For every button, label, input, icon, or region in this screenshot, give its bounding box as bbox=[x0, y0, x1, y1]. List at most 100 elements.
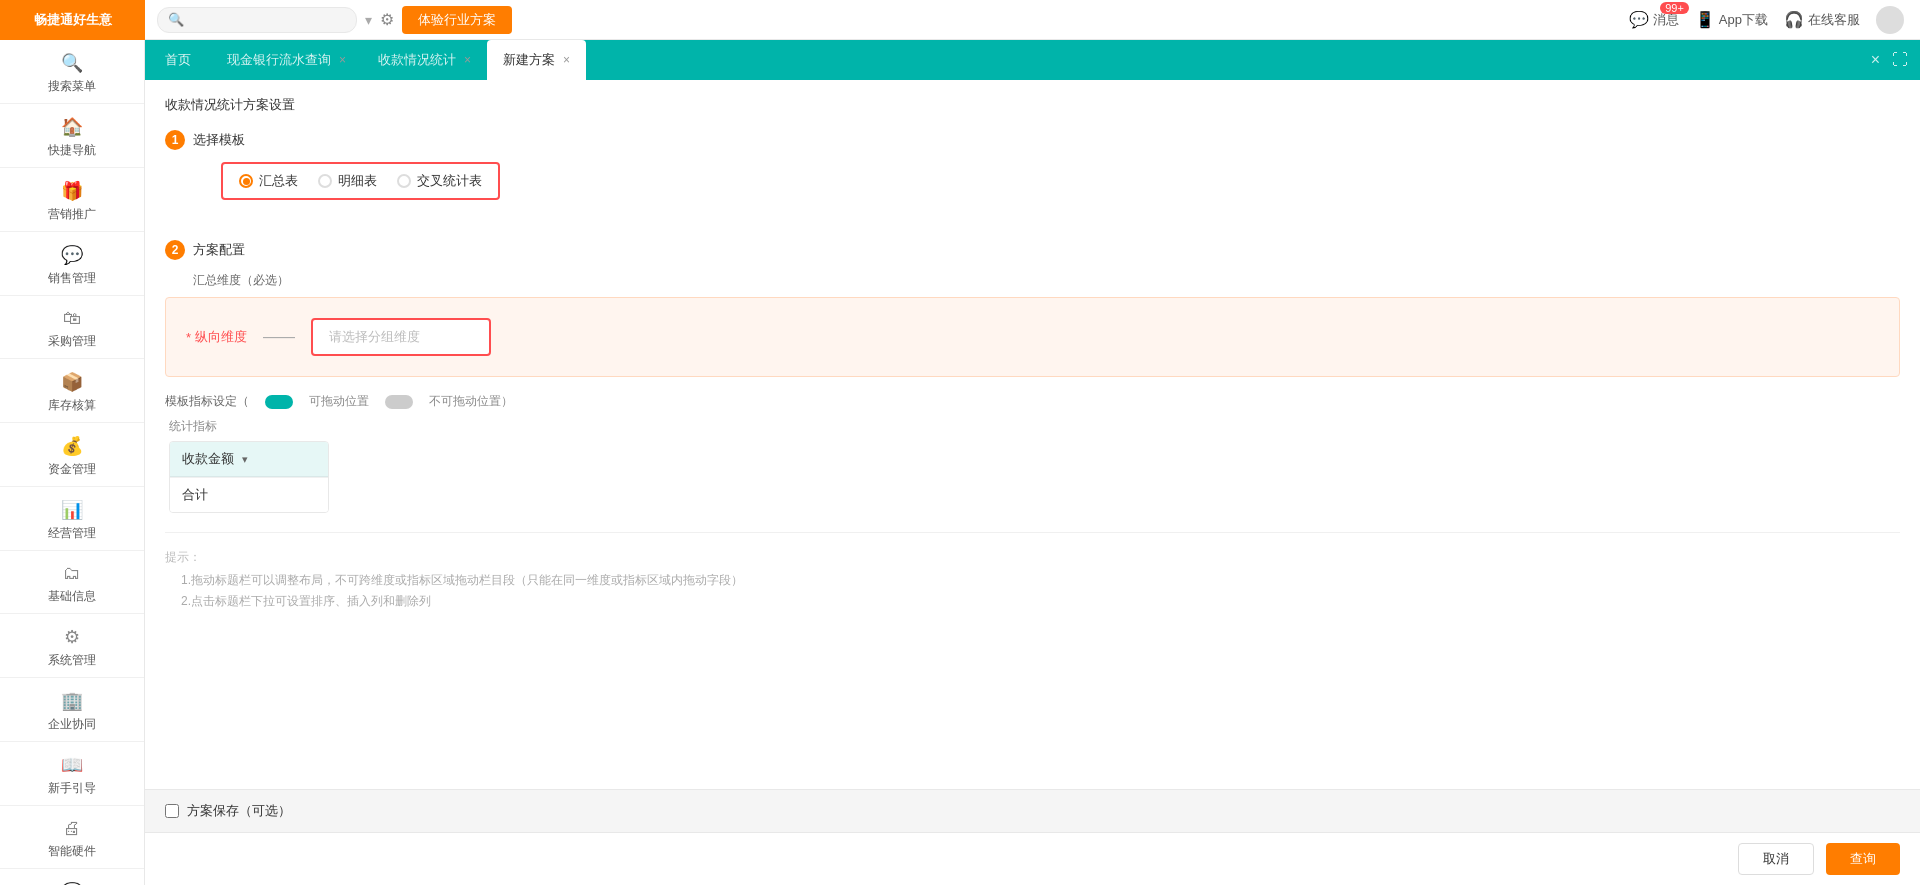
avatar[interactable] bbox=[1876, 6, 1904, 34]
metrics-table-header[interactable]: 收款金额 ▾ bbox=[170, 442, 328, 477]
money-icon: 💰 bbox=[61, 435, 83, 457]
tab-cashflow-label: 现金银行流水查询 bbox=[227, 51, 331, 69]
dimension-area: 纵向维度 —— 请选择分组维度 bbox=[165, 297, 1900, 377]
dimension-placeholder: 请选择分组维度 bbox=[329, 329, 420, 344]
sidebar-item-wechat[interactable]: 💬 企业微信 bbox=[0, 869, 144, 885]
metrics-header: 模板指标设定（ 可拖动位置 不可拖动位置） bbox=[165, 393, 1900, 410]
metrics-title: 模板指标设定（ bbox=[165, 393, 249, 410]
tab-expand-btn[interactable]: ⛶ bbox=[1888, 47, 1912, 73]
support-label: 在线客服 bbox=[1808, 11, 1860, 29]
sidebar-item-marketing[interactable]: 🎁 营销推广 bbox=[0, 168, 144, 232]
sidebar-item-guide[interactable]: 📖 新手引导 bbox=[0, 742, 144, 806]
search-menu-icon: 🔍 bbox=[61, 52, 83, 74]
section1-header: 1 选择模板 bbox=[165, 130, 1900, 150]
chat-icon: 💬 bbox=[61, 244, 83, 266]
message-nav[interactable]: 💬 消息 99+ bbox=[1629, 10, 1679, 29]
sidebar: 🔍 搜索菜单 🏠 快捷导航 🎁 营销推广 💬 销售管理 🛍 采购管理 📦 库存核… bbox=[0, 40, 145, 885]
sidebar-item-label: 智能硬件 bbox=[48, 843, 96, 860]
radio-detail[interactable] bbox=[318, 174, 332, 188]
tips-title: 提示： bbox=[165, 549, 1900, 566]
tip-item-2: 2.点击标题栏下拉可设置排序、插入列和删除列 bbox=[165, 593, 1900, 610]
dimension-select[interactable]: 请选择分组维度 bbox=[311, 318, 491, 356]
metrics-sub-label: 统计指标 bbox=[169, 418, 1900, 435]
save-checkbox[interactable] bbox=[165, 804, 179, 818]
support-nav[interactable]: 🎧 在线客服 bbox=[1784, 10, 1860, 29]
search-bar[interactable]: 🔍 bbox=[157, 7, 357, 33]
support-icon: 🎧 bbox=[1784, 10, 1804, 29]
tab-collection[interactable]: 收款情况统计 × bbox=[362, 40, 487, 80]
sidebar-item-enterprise[interactable]: 🏢 企业协同 bbox=[0, 678, 144, 742]
sidebar-item-inventory[interactable]: 📦 库存核算 bbox=[0, 359, 144, 423]
section2-header: 2 方案配置 bbox=[165, 240, 1900, 260]
bag-icon: 🛍 bbox=[63, 308, 81, 329]
save-label: 方案保存（可选） bbox=[187, 802, 291, 820]
search-bar-icon: 🔍 bbox=[168, 12, 184, 27]
tab-bar-actions: × ⛶ bbox=[1867, 47, 1920, 73]
settings-icon[interactable]: ⚙ bbox=[380, 10, 394, 29]
section2-title: 方案配置 bbox=[193, 241, 245, 259]
sidebar-item-label: 资金管理 bbox=[48, 461, 96, 478]
tab-close-all-btn[interactable]: × bbox=[1867, 47, 1884, 73]
folder-icon: 🗂 bbox=[63, 563, 81, 584]
template-selection: 汇总表 明细表 交叉统计表 bbox=[221, 162, 500, 200]
tab-home[interactable]: 首页 bbox=[145, 40, 211, 80]
trial-button[interactable]: 体验行业方案 bbox=[402, 6, 512, 34]
sidebar-item-sales[interactable]: 💬 销售管理 bbox=[0, 232, 144, 296]
printer-icon: 🖨 bbox=[63, 818, 81, 839]
download-label: App下载 bbox=[1719, 11, 1768, 29]
sidebar-item-system[interactable]: ⚙ 系统管理 bbox=[0, 614, 144, 678]
sidebar-item-search-menu[interactable]: 🔍 搜索菜单 bbox=[0, 40, 144, 104]
metrics-col-label: 收款金额 bbox=[182, 450, 234, 468]
sidebar-item-finance[interactable]: 💰 资金管理 bbox=[0, 423, 144, 487]
footer-bar: 取消 查询 bbox=[145, 832, 1920, 885]
enterprise-icon: 🏢 bbox=[61, 690, 83, 712]
sidebar-item-basic-info[interactable]: 🗂 基础信息 bbox=[0, 551, 144, 614]
chevron-down-icon[interactable]: ▾ bbox=[365, 12, 372, 28]
tips-section: 提示： 1.拖动标题栏可以调整布局，不可跨维度或指标区域拖动栏目段（只能在同一维… bbox=[165, 532, 1900, 610]
sidebar-item-label: 库存核算 bbox=[48, 397, 96, 414]
save-section: 方案保存（可选） bbox=[145, 789, 1920, 832]
template-summary[interactable]: 汇总表 bbox=[239, 172, 298, 190]
template-summary-label: 汇总表 bbox=[259, 172, 298, 190]
metrics-dropdown-arrow[interactable]: ▾ bbox=[242, 453, 248, 466]
sidebar-item-purchase[interactable]: 🛍 采购管理 bbox=[0, 296, 144, 359]
dimension-config: 汇总维度（必选） 纵向维度 —— 请选择分组维度 bbox=[165, 272, 1900, 377]
template-detail[interactable]: 明细表 bbox=[318, 172, 377, 190]
sidebar-item-smart-hw[interactable]: 🖨 智能硬件 bbox=[0, 806, 144, 869]
metrics-section: 模板指标设定（ 可拖动位置 不可拖动位置） 统计指标 收款金额 ▾ bbox=[165, 393, 1900, 516]
query-button[interactable]: 查询 bbox=[1826, 843, 1900, 875]
sidebar-item-label: 新手引导 bbox=[48, 780, 96, 797]
non-draggable-hint-label: 不可拖动位置） bbox=[429, 393, 513, 410]
radio-summary[interactable] bbox=[239, 174, 253, 188]
non-draggable-badge bbox=[385, 395, 413, 409]
chart-icon: 📊 bbox=[61, 499, 83, 521]
sidebar-item-quick-nav[interactable]: 🏠 快捷导航 bbox=[0, 104, 144, 168]
home-icon: 🏠 bbox=[61, 116, 83, 138]
gift-icon: 🎁 bbox=[61, 180, 83, 202]
tab-collection-close[interactable]: × bbox=[464, 53, 471, 67]
metrics-table: 收款金额 ▾ 合计 bbox=[169, 441, 329, 513]
page-content: 收款情况统计方案设置 1 选择模板 汇总表 明细表 bbox=[145, 80, 1920, 789]
tab-cashflow-close[interactable]: × bbox=[339, 53, 346, 67]
download-icon: 📱 bbox=[1695, 10, 1715, 29]
metrics-table-row: 合计 bbox=[170, 477, 328, 512]
template-cross-label: 交叉统计表 bbox=[417, 172, 482, 190]
tab-cashflow[interactable]: 现金银行流水查询 × bbox=[211, 40, 362, 80]
radio-cross[interactable] bbox=[397, 174, 411, 188]
metrics-row-label: 合计 bbox=[182, 487, 208, 502]
draggable-hint-label: 可拖动位置 bbox=[309, 393, 369, 410]
tab-new-plan-close[interactable]: × bbox=[563, 53, 570, 67]
section1-title: 选择模板 bbox=[193, 131, 245, 149]
system-icon: ⚙ bbox=[64, 626, 80, 648]
download-nav[interactable]: 📱 App下载 bbox=[1695, 10, 1768, 29]
message-badge: 99+ bbox=[1660, 2, 1689, 14]
cancel-button[interactable]: 取消 bbox=[1738, 843, 1814, 875]
dimension-label: 汇总维度（必选） bbox=[193, 272, 1900, 289]
metrics-table-container: 统计指标 收款金额 ▾ 合计 bbox=[169, 418, 1900, 516]
tab-new-plan-label: 新建方案 bbox=[503, 51, 555, 69]
template-cross[interactable]: 交叉统计表 bbox=[397, 172, 482, 190]
arrow-icon: —— bbox=[263, 328, 295, 346]
sidebar-item-label: 采购管理 bbox=[48, 333, 96, 350]
sidebar-item-operations[interactable]: 📊 经营管理 bbox=[0, 487, 144, 551]
tab-new-plan[interactable]: 新建方案 × bbox=[487, 40, 586, 80]
